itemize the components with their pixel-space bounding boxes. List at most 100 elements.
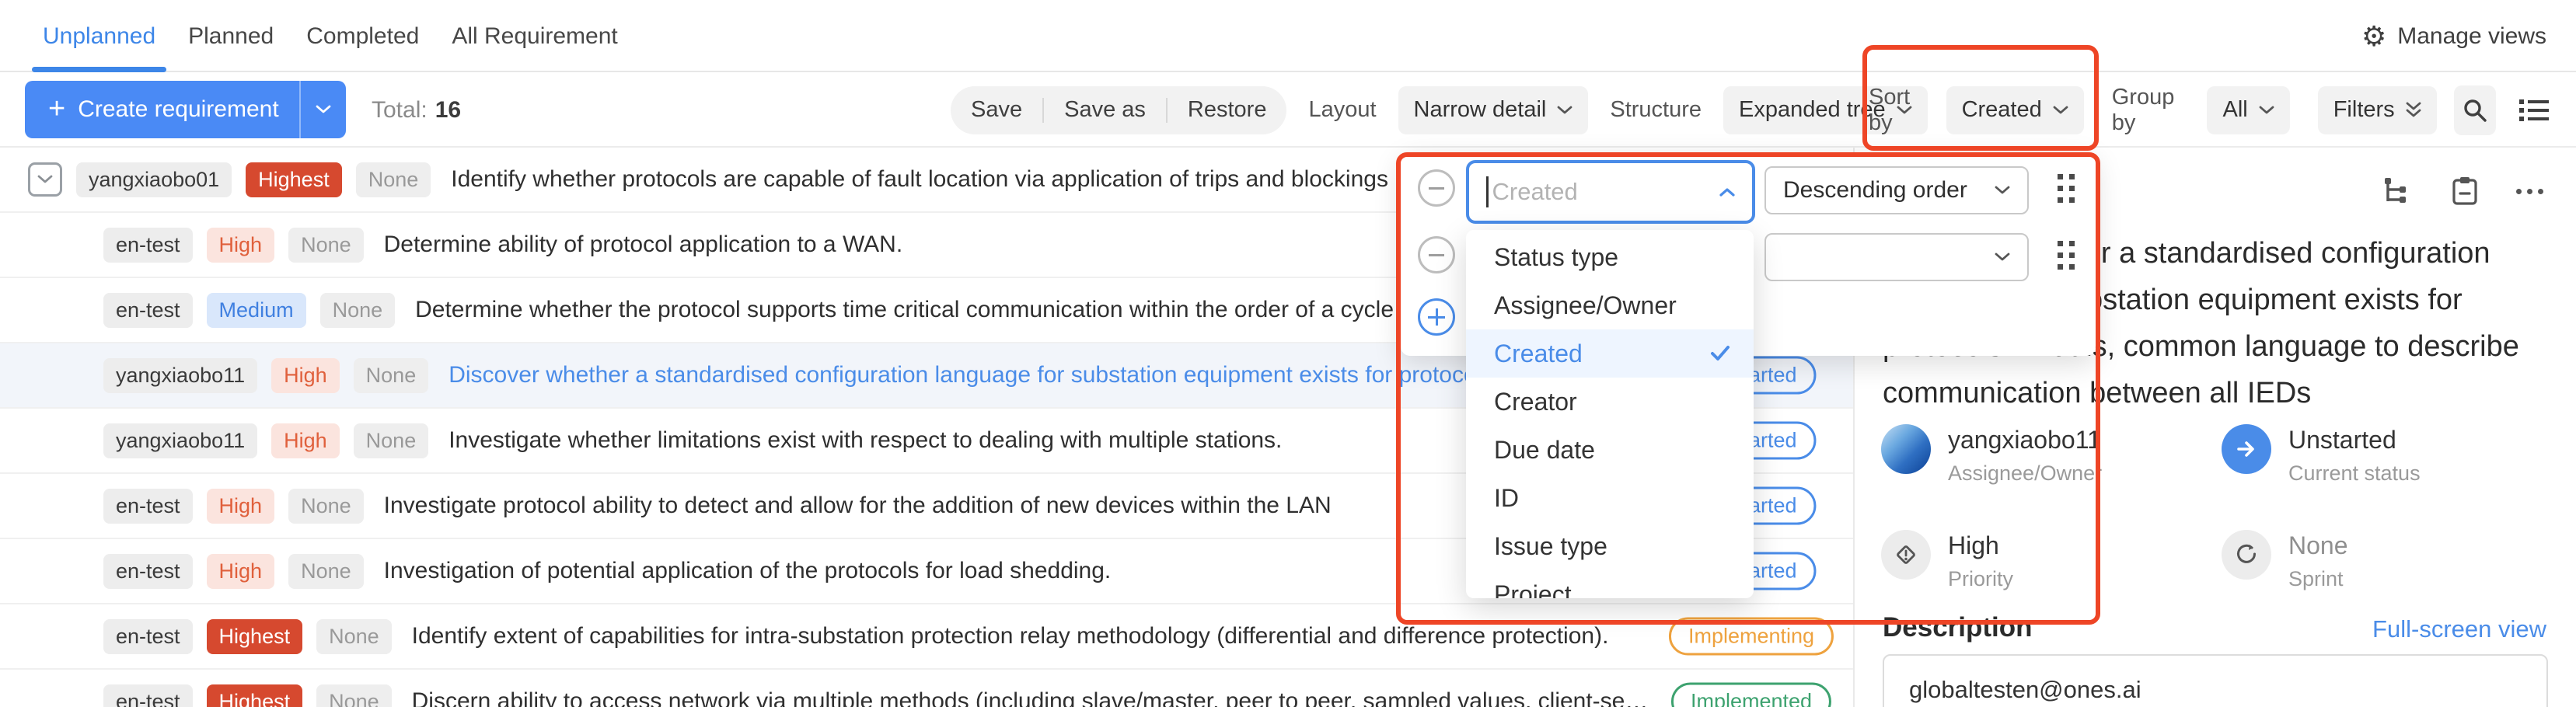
requirement-title[interactable]: Investigate protocol ability to detect a… [384, 493, 1649, 519]
sort-option-status-type[interactable]: Status type [1466, 233, 1754, 281]
structure-value: Expanded tree [1739, 97, 1886, 122]
issue-id-badge: en-test [103, 684, 193, 707]
issue-id-badge: yangxiaobo11 [103, 357, 258, 393]
expand-collapse-checkbox[interactable] [28, 162, 62, 197]
issue-id-badge: yangxiaobo11 [103, 423, 258, 458]
status-pill[interactable]: Implemented [1670, 682, 1832, 707]
list-view-toggle[interactable] [2516, 85, 2553, 135]
more-icon[interactable] [2516, 188, 2543, 194]
create-requirement-dropdown-button[interactable] [301, 105, 346, 114]
sort-by-label: Sort by [1869, 84, 1911, 135]
sprint-field[interactable]: None Sprint [2222, 530, 2348, 591]
requirement-title[interactable]: Investigation of potential application o… [384, 558, 1649, 584]
chevron-up-icon [1719, 188, 1735, 197]
avatar [1881, 424, 1931, 474]
sort-option-id[interactable]: ID [1466, 474, 1754, 522]
none-badge: None [353, 423, 429, 458]
total-value: 16 [435, 96, 462, 123]
tab-planned[interactable]: Planned [188, 0, 274, 72]
priority-badge: High [271, 423, 340, 458]
requirement-title[interactable]: Discern ability to access network via mu… [412, 688, 1649, 707]
sort-order-select-empty[interactable] [1764, 233, 2029, 281]
current-status-field[interactable]: Unstarted Current status [2222, 424, 2421, 486]
filters-button[interactable]: Filters [2317, 85, 2437, 134]
chevron-down-icon [2053, 106, 2068, 113]
none-badge: None [288, 227, 364, 263]
sort-field-dropdown: Status type Assignee/Owner Created Creator D… [1466, 230, 1754, 598]
sort-option-project[interactable]: Project [1466, 570, 1754, 599]
requirement-row[interactable]: en-test Highest None Discern ability to acc… [0, 670, 1853, 707]
layout-label: Layout [1308, 97, 1377, 122]
assignee-label: Assignee/Owner [1948, 461, 2103, 485]
sort-option-due-date[interactable]: Due date [1466, 426, 1754, 474]
create-requirement-split-button: + Create requirement [25, 81, 346, 138]
save-button[interactable]: Save [951, 97, 1042, 123]
priority-badge: Medium [206, 292, 306, 328]
add-sort-rule-button[interactable] [1418, 298, 1455, 336]
sort-option-creator[interactable]: Creator [1466, 378, 1754, 426]
tab-unplanned[interactable]: Unplanned [31, 0, 167, 72]
create-requirement-label: Create requirement [78, 96, 279, 122]
tab-completed[interactable]: Completed [306, 0, 419, 72]
assignee-field[interactable]: yangxiaobo11 Assignee/Owner [1881, 424, 2102, 486]
save-as-button[interactable]: Save as [1044, 97, 1166, 123]
status-value: Unstarted [2288, 426, 2396, 454]
priority-field[interactable]: High Priority [1881, 530, 2013, 591]
sort-option-issue-type[interactable]: Issue type [1466, 522, 1754, 570]
drag-handle[interactable] [2055, 236, 2077, 273]
sort-order-value: Descending order [1783, 177, 1967, 203]
status-pill[interactable]: Implementing [1668, 617, 1834, 656]
none-badge: None [355, 162, 431, 197]
none-badge: None [353, 357, 429, 393]
requirement-title[interactable]: Identify extent of capabilities for intr… [412, 623, 1649, 650]
sort-by-select[interactable]: Created [1946, 85, 2084, 134]
description-box[interactable]: globaltesten@ones.ai [1883, 654, 2548, 707]
layout-select[interactable]: Narrow detail [1398, 85, 1589, 134]
none-badge: None [288, 488, 364, 524]
sprint-value: None [2288, 531, 2348, 559]
layout-value: Narrow detail [1413, 97, 1547, 122]
status-label: Current status [2288, 461, 2421, 485]
check-icon [1711, 346, 1730, 360]
sprint-loop-icon [2222, 530, 2271, 580]
group-by-select[interactable]: All [2207, 85, 2290, 134]
restore-button[interactable]: Restore [1168, 97, 1287, 123]
search-icon [2463, 99, 2487, 122]
tree-view-icon[interactable] [2382, 176, 2414, 207]
copy-link-icon[interactable] [2449, 176, 2480, 207]
sort-order-select[interactable]: Descending order [1764, 166, 2029, 214]
remove-sort-rule-button[interactable] [1418, 236, 1455, 273]
total-label: Total: [372, 96, 428, 123]
drag-handle[interactable] [2055, 169, 2077, 207]
sort-option-assignee-owner[interactable]: Assignee/Owner [1466, 281, 1754, 329]
fullscreen-view-link[interactable]: Full-screen view [2372, 615, 2546, 643]
priority-badge: Highest [206, 618, 303, 654]
create-requirement-button[interactable]: + Create requirement [25, 94, 299, 124]
none-badge: None [316, 684, 392, 707]
manage-views-button[interactable]: ⚙ Manage views [2361, 0, 2546, 72]
tab-all-requirement[interactable]: All Requirement [452, 0, 617, 72]
group-by-value: All [2222, 97, 2248, 122]
none-badge: None [288, 553, 364, 589]
issue-id-badge: en-test [103, 292, 193, 328]
priority-badge: High [271, 357, 340, 393]
priority-diamond-icon [1881, 530, 1931, 580]
double-chevron-down-icon [2406, 102, 2421, 117]
chevron-down-icon [37, 175, 53, 183]
sort-field-input[interactable]: Created [1466, 160, 1755, 224]
assignee-value: yangxiaobo11 [1948, 426, 2101, 454]
group-by-label: Group by [2111, 84, 2175, 135]
status-arrow-icon [2222, 424, 2271, 474]
view-actions-group: Save Save as Restore [951, 85, 1287, 134]
sort-option-created[interactable]: Created [1466, 329, 1754, 378]
requirement-row[interactable]: en-test Highest None Identify extent of cap… [0, 604, 1853, 670]
toolbar-middle: Save Save as Restore Layout Narrow detai… [951, 72, 1928, 148]
priority-badge: Highest [206, 684, 303, 707]
remove-sort-rule-button[interactable] [1418, 169, 1455, 207]
sort-by-value: Created [1961, 97, 2042, 122]
view-tabs-bar: Unplanned Planned Completed All Requirement… [0, 0, 2576, 72]
structure-label: Structure [1610, 97, 1702, 122]
description-heading: Description [1883, 612, 2033, 643]
search-button[interactable] [2453, 85, 2496, 135]
priority-badge: High [206, 227, 275, 263]
